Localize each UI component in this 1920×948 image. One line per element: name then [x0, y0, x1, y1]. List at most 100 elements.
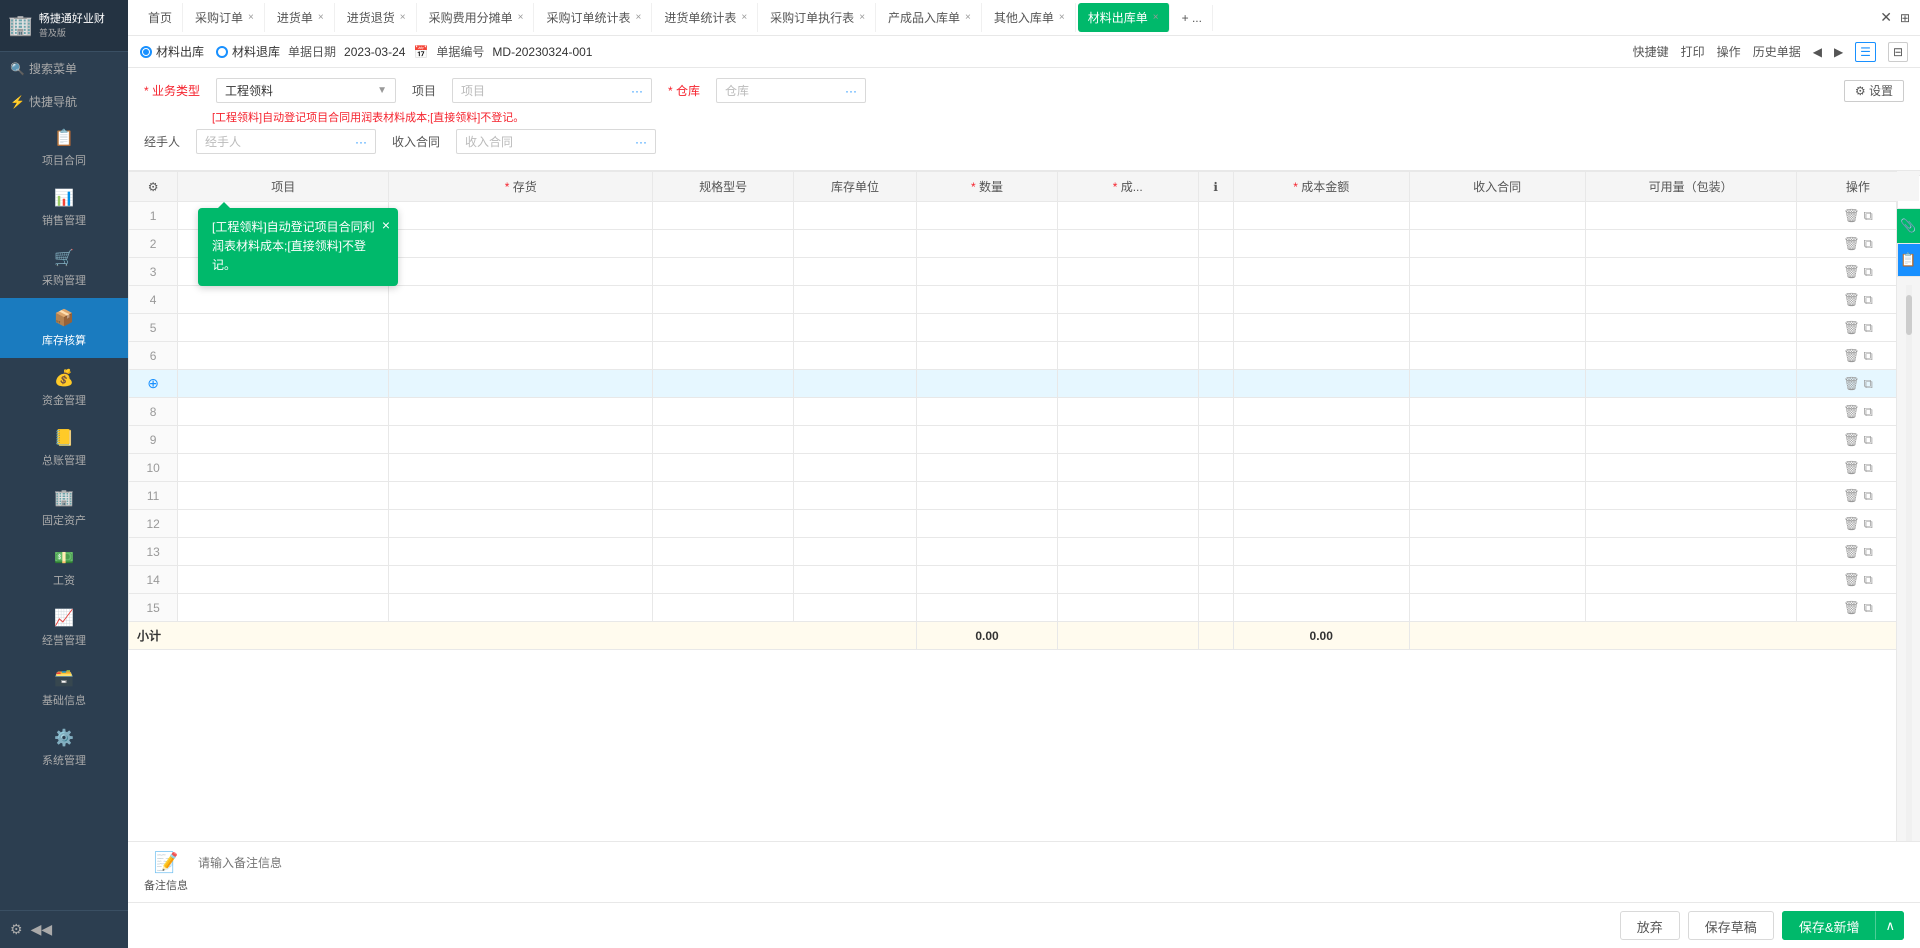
cell-available[interactable] — [1585, 286, 1796, 314]
th-settings[interactable]: ⚙ — [129, 172, 178, 202]
add-row-btn[interactable]: ⊕ — [129, 370, 178, 398]
calendar-icon[interactable]: 📅 — [413, 45, 428, 59]
cell-cost[interactable] — [1057, 230, 1198, 258]
cell-cost[interactable] — [1057, 314, 1198, 342]
save-draft-button[interactable]: 保存草稿 — [1688, 911, 1774, 940]
sidebar-quicknav[interactable]: ⚡ 快捷导航 — [0, 85, 128, 118]
cell-contract[interactable] — [1409, 286, 1585, 314]
delete-icon[interactable]: 🗑 — [1843, 264, 1860, 279]
delete-icon[interactable]: 🗑 — [1843, 600, 1860, 615]
close-tab[interactable]: × — [1059, 12, 1065, 23]
cell-item[interactable] — [178, 342, 389, 370]
delete-icon[interactable]: 🗑 — [1843, 292, 1860, 307]
cell-qty[interactable] — [917, 230, 1058, 258]
tab-inbound-stat[interactable]: 进货单统计表 × — [654, 3, 758, 32]
copy-icon[interactable]: ⧉ — [1863, 348, 1872, 363]
sidebar-item-sales[interactable]: 📊 销售管理 — [0, 178, 128, 238]
cell-spec[interactable] — [653, 230, 794, 258]
cell-item[interactable] — [178, 314, 389, 342]
cell-unit[interactable] — [793, 202, 916, 230]
cell-cost[interactable] — [1057, 202, 1198, 230]
delete-icon[interactable]: 🗑 — [1843, 516, 1860, 531]
copy-icon[interactable]: ⧉ — [1863, 376, 1872, 391]
cell-costamt[interactable] — [1233, 230, 1409, 258]
delete-icon[interactable]: 🗑 — [1843, 488, 1860, 503]
sidebar-item-payroll[interactable]: 💵 工资 — [0, 538, 128, 598]
view-toggle-grid[interactable]: ⊟ — [1888, 42, 1908, 62]
cell-qty[interactable] — [917, 202, 1058, 230]
tab-purchase-order[interactable]: 采购订单 × — [185, 3, 265, 32]
cell-available[interactable] — [1585, 230, 1796, 258]
add-row-icon[interactable]: ⊕ — [147, 375, 159, 391]
sidebar-item-assets[interactable]: 🏢 固定资产 — [0, 478, 128, 538]
operator-field[interactable]: 经手人 ··· — [196, 129, 376, 154]
copy-icon[interactable]: ⧉ — [1863, 292, 1872, 307]
cell-costamt[interactable] — [1233, 286, 1409, 314]
print-btn[interactable]: 打印 — [1681, 43, 1705, 60]
income-contract-field[interactable]: 收入合同 ··· — [456, 129, 656, 154]
tab-purchase-expense[interactable]: 采购费用分摊单 × — [419, 3, 535, 32]
cell-unit[interactable] — [793, 230, 916, 258]
cell-unit-active[interactable] — [793, 370, 916, 398]
shortcut-btn[interactable]: 快捷键 — [1633, 43, 1669, 60]
cell-product[interactable] — [389, 258, 653, 286]
cell-product[interactable] — [389, 398, 653, 426]
close-tab[interactable]: × — [1153, 12, 1159, 23]
next-btn[interactable]: ▶ — [1834, 45, 1843, 59]
copy-icon[interactable]: ⧉ — [1863, 320, 1872, 335]
cell-qty[interactable] — [917, 342, 1058, 370]
cell-unit[interactable] — [793, 258, 916, 286]
cell-unit[interactable] — [793, 342, 916, 370]
close-tab[interactable]: × — [518, 12, 524, 23]
close-tab[interactable]: × — [318, 12, 324, 23]
cell-contract[interactable] — [1409, 230, 1585, 258]
topbar-layout-btn[interactable]: ⊞ — [1900, 11, 1910, 25]
cell-product[interactable] — [389, 230, 653, 258]
cell-item[interactable] — [178, 398, 389, 426]
cell-spec[interactable] — [653, 202, 794, 230]
delete-icon[interactable]: 🗑 — [1843, 236, 1860, 251]
cell-available[interactable] — [1585, 258, 1796, 286]
radio-material-return[interactable]: 材料退库 — [216, 43, 280, 60]
copy-icon[interactable]: ⧉ — [1863, 460, 1872, 475]
delete-icon[interactable]: 🗑 — [1843, 404, 1860, 419]
save-new-button[interactable]: 保存&新增 — [1782, 911, 1877, 940]
cell-qty[interactable] — [917, 286, 1058, 314]
delete-icon[interactable]: 🗑 — [1843, 376, 1860, 391]
cell-cost[interactable] — [1057, 258, 1198, 286]
cell-cost[interactable] — [1057, 342, 1198, 370]
cell-item-input[interactable] — [178, 370, 389, 398]
cell-contract-active[interactable] — [1409, 370, 1585, 398]
cell-product-input[interactable] — [389, 370, 653, 398]
cell-contract[interactable] — [1409, 314, 1585, 342]
cell-costamt[interactable] — [1233, 314, 1409, 342]
right-green-btn[interactable]: 📎 — [1897, 209, 1920, 243]
cell-product[interactable] — [389, 314, 653, 342]
cell-spec[interactable] — [653, 342, 794, 370]
delete-icon[interactable]: 🗑 — [1843, 320, 1860, 335]
cell-costamt[interactable] — [1233, 202, 1409, 230]
cell-spec[interactable] — [653, 286, 794, 314]
cell-qty[interactable] — [917, 314, 1058, 342]
sidebar-item-project[interactable]: 📋 项目合同 — [0, 118, 128, 178]
cell-cost[interactable] — [1057, 286, 1198, 314]
delete-icon[interactable]: 🗑 — [1843, 348, 1860, 363]
delete-icon[interactable]: 🗑 — [1843, 432, 1860, 447]
project-expand[interactable]: ··· — [631, 84, 643, 98]
tooltip-close-btn[interactable]: × — [382, 214, 390, 236]
cell-available-active[interactable] — [1585, 370, 1796, 398]
tab-inbound[interactable]: 进货单 × — [267, 3, 335, 32]
copy-icon[interactable]: ⧉ — [1863, 208, 1872, 223]
settings-btn[interactable]: ⚙ 设置 — [1844, 80, 1904, 102]
cell-product[interactable] — [389, 286, 653, 314]
tab-purchase-exec[interactable]: 采购订单执行表 × — [760, 3, 876, 32]
tab-material-out[interactable]: 材料出库单 × — [1078, 3, 1170, 32]
prev-btn[interactable]: ◀ — [1813, 45, 1822, 59]
product-input[interactable] — [395, 376, 646, 391]
sidebar-search[interactable]: 🔍 搜索菜单 — [0, 52, 128, 85]
operator-expand[interactable]: ··· — [355, 135, 367, 149]
sidebar-item-purchase[interactable]: 🛒 采购管理 — [0, 238, 128, 298]
cell-available[interactable] — [1585, 342, 1796, 370]
close-tab[interactable]: × — [741, 12, 747, 23]
warehouse-expand[interactable]: ··· — [845, 84, 857, 98]
